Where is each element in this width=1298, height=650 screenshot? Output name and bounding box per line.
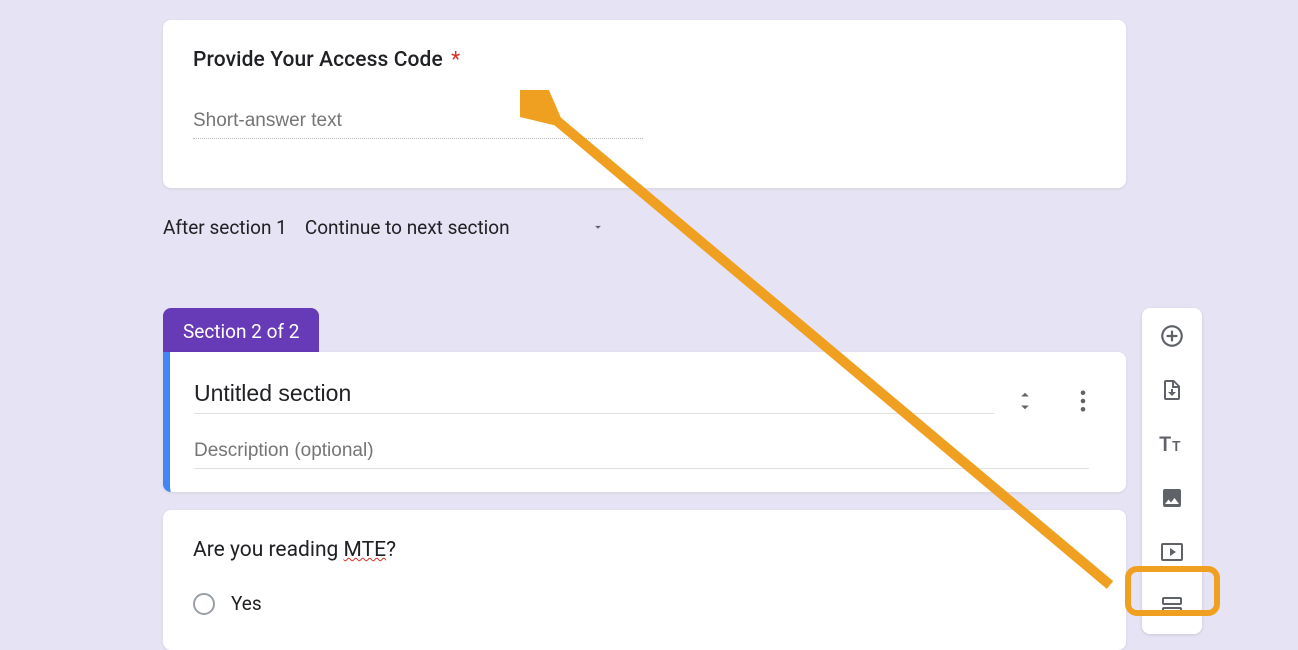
collapse-expand-icon[interactable] — [1016, 390, 1034, 416]
after-section-row: After section 1 Continue to next section — [163, 212, 605, 243]
question2-title: Are you reading MTE? — [193, 538, 1096, 562]
short-answer-input[interactable] — [193, 106, 643, 139]
import-questions-button[interactable] — [1158, 376, 1186, 404]
section-title-input[interactable] — [194, 378, 994, 414]
required-asterisk: * — [451, 48, 460, 72]
question2-suffix: ? — [386, 538, 396, 562]
radio-option-yes[interactable]: Yes — [193, 592, 1096, 615]
svg-text:T: T — [1172, 439, 1181, 455]
section-description-input[interactable] — [194, 438, 1089, 469]
floating-toolbar: TT — [1142, 308, 1202, 634]
question-card-access-code: Provide Your Access Code * — [163, 20, 1126, 188]
chevron-down-icon — [591, 216, 605, 239]
after-section-dropdown[interactable]: Continue to next section — [305, 212, 605, 243]
section-tab: Section 2 of 2 — [163, 308, 319, 355]
radio-label: Yes — [231, 592, 262, 615]
more-options-icon[interactable] — [1080, 390, 1086, 416]
add-video-button[interactable] — [1158, 538, 1186, 566]
add-title-button[interactable]: TT — [1158, 430, 1186, 458]
question-card-reading: Are you reading MTE? Yes — [163, 510, 1126, 650]
add-section-button[interactable] — [1158, 592, 1186, 620]
after-section-dropdown-value: Continue to next section — [305, 216, 510, 239]
question2-prefix: Are you reading — [193, 538, 344, 562]
add-question-button[interactable] — [1158, 322, 1186, 350]
after-section-label: After section 1 — [163, 216, 287, 239]
add-image-button[interactable] — [1158, 484, 1186, 512]
question-title-text: Provide Your Access Code — [193, 48, 443, 72]
svg-text:T: T — [1159, 433, 1171, 455]
section-header-card[interactable] — [163, 352, 1126, 492]
question2-mte: MTE — [344, 538, 387, 562]
radio-circle-icon — [193, 593, 215, 615]
question-title: Provide Your Access Code * — [193, 48, 1096, 72]
